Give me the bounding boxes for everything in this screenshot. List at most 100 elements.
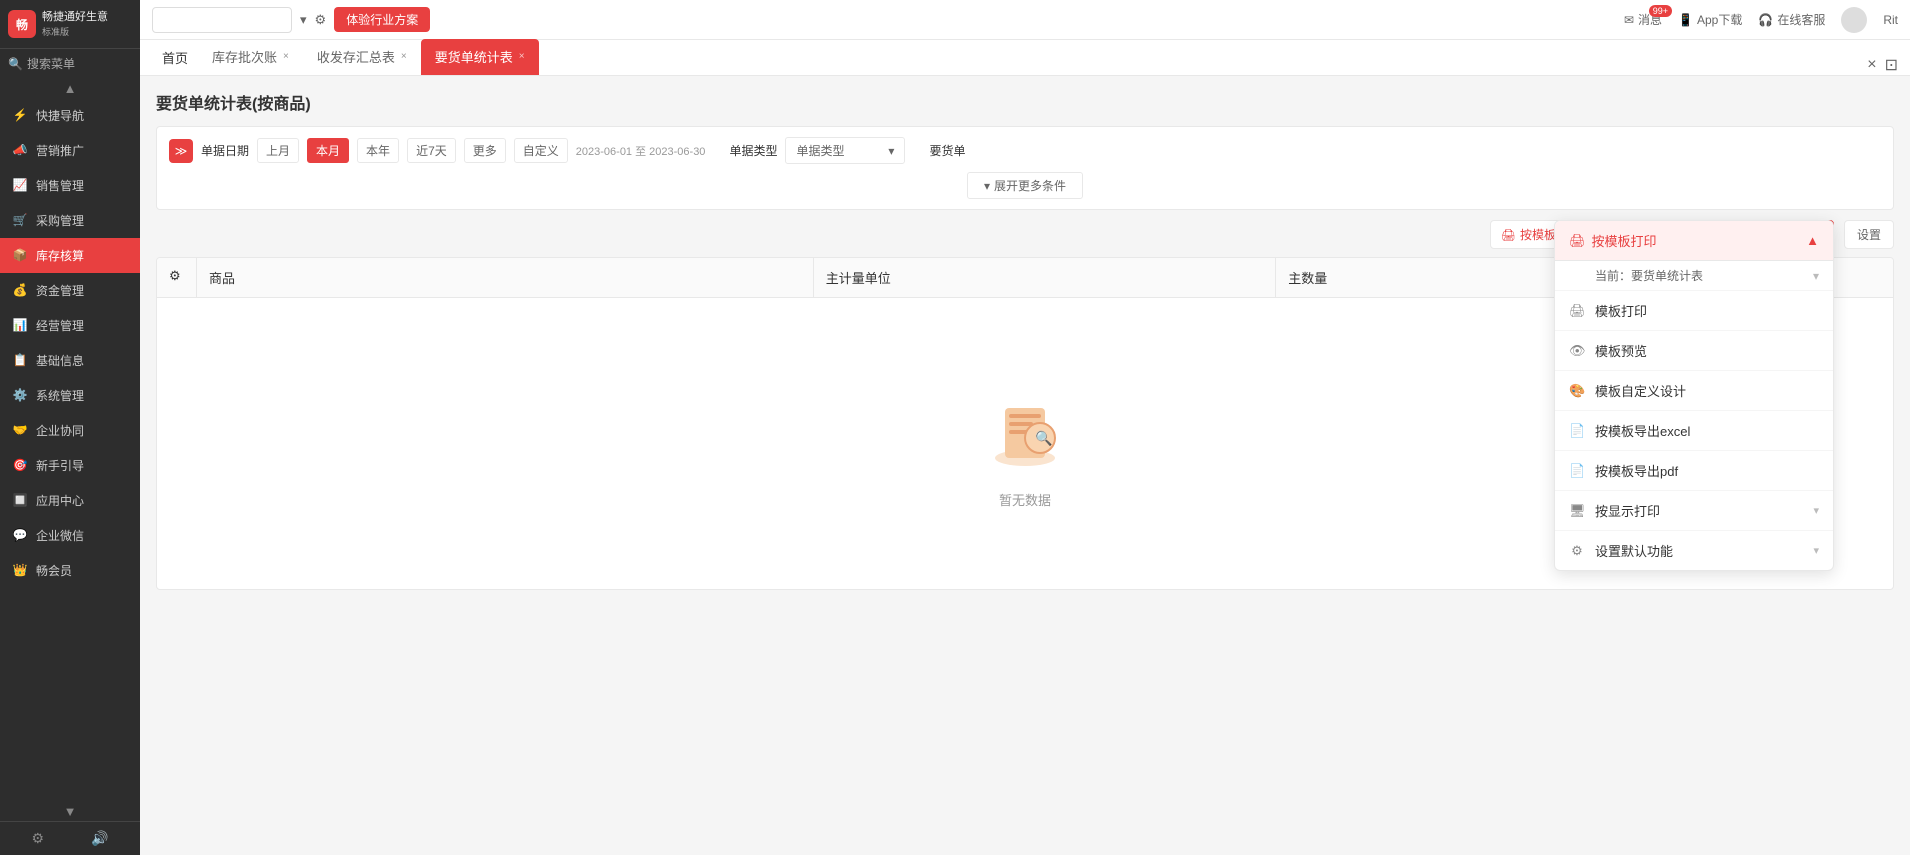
template-preview-item[interactable]: 👁 模板预览: [1555, 331, 1833, 371]
message-button[interactable]: ✉ 消息 99+: [1624, 11, 1662, 28]
filter-row: ≫ 单据日期 上月 本月 本年 近7天 更多 自定义 2023-06-01 至 …: [169, 137, 1881, 164]
sidebar-item-wechat[interactable]: 💬 企业微信: [0, 518, 140, 553]
template-print-item[interactable]: 🖨 模板打印: [1555, 291, 1833, 331]
sidebar-footer: ⚙ 🔊: [0, 821, 140, 855]
topbar-search-input[interactable]: [152, 7, 292, 33]
date-btn-7days[interactable]: 近7天: [407, 138, 456, 163]
topbar-right: ✉ 消息 99+ 📱 App下载 🎧 在线客服 Rit: [1624, 7, 1898, 33]
settings-footer-icon[interactable]: ⚙: [32, 830, 45, 847]
sidebar-item-basic[interactable]: 📋 基础信息: [0, 343, 140, 378]
tabs-bar: 首页 库存批次账 × 收发存汇总表 × 要货单统计表 × × ⊡: [140, 40, 1910, 76]
current-template-row[interactable]: 当前：要货单统计表 ▾: [1555, 261, 1833, 291]
sidebar-item-sales[interactable]: 📈 销售管理: [0, 168, 140, 203]
sidebar-item-guide[interactable]: 🎯 新手引导: [0, 448, 140, 483]
date-filter-label: 单据日期: [201, 142, 249, 159]
tab-collection-close[interactable]: ×: [401, 51, 407, 62]
tab-order-stat-close[interactable]: ×: [519, 51, 525, 62]
default-fn-item[interactable]: ⚙ 设置默认功能 ▾: [1555, 531, 1833, 570]
audio-footer-icon[interactable]: 🔊: [91, 830, 108, 847]
message-badge: 99+: [1649, 5, 1672, 17]
template-custom-label: 模板自定义设计: [1595, 381, 1686, 400]
sidebar-item-enterprise[interactable]: 🤝 企业协同: [0, 413, 140, 448]
sidebar-item-label: 应用中心: [36, 492, 84, 509]
sidebar-item-member[interactable]: 👑 畅会员: [0, 553, 140, 588]
sidebar-item-purchase[interactable]: 🛒 采购管理: [0, 203, 140, 238]
empty-text: 暂无数据: [999, 490, 1051, 509]
date-btn-last-month[interactable]: 上月: [257, 138, 299, 163]
sidebar-item-finance[interactable]: 💰 资金管理: [0, 273, 140, 308]
main-area: ▾ ⚙ 体验行业方案 ✉ 消息 99+ 📱 App下载 🎧 在线客服 Rit 首…: [140, 0, 1910, 855]
default-fn-label: 设置默认功能: [1595, 541, 1673, 560]
sidebar-scroll-up[interactable]: ▲: [0, 78, 140, 98]
topbar: ▾ ⚙ 体验行业方案 ✉ 消息 99+ 📱 App下载 🎧 在线客服 Rit: [140, 0, 1910, 40]
display-print-item[interactable]: 🖥 按显示打印 ▾: [1555, 491, 1833, 531]
template-custom-item[interactable]: 🎨 模板自定义设计: [1555, 371, 1833, 411]
sidebar-item-label: 基础信息: [36, 352, 84, 369]
sidebar-item-label: 采购管理: [36, 212, 84, 229]
trial-button[interactable]: 体验行业方案: [334, 7, 430, 32]
th-settings[interactable]: ⚙: [157, 258, 197, 297]
date-btn-this-month[interactable]: 本月: [307, 138, 349, 163]
app-download-button[interactable]: 📱 App下载: [1678, 11, 1742, 28]
sidebar-item-system[interactable]: ⚙️ 系统管理: [0, 378, 140, 413]
tab-collection[interactable]: 收发存汇总表 ×: [303, 39, 421, 75]
date-btn-this-year[interactable]: 本年: [357, 138, 399, 163]
tab-expand-btn[interactable]: ⊡: [1885, 55, 1898, 75]
template-pdf-icon: 📄: [1569, 463, 1585, 479]
template-custom-icon: 🎨: [1569, 383, 1585, 399]
tab-batch[interactable]: 库存批次账 ×: [198, 39, 303, 75]
tab-batch-close[interactable]: ×: [283, 51, 289, 62]
topbar-gear-icon[interactable]: ⚙: [315, 12, 327, 28]
guide-icon: 🎯: [12, 458, 28, 474]
finance-icon: 💰: [12, 283, 28, 299]
sidebar-item-app-center[interactable]: 🔲 应用中心: [0, 483, 140, 518]
page-title: 要货单统计表(按商品): [156, 90, 1894, 114]
filter-expand-btn[interactable]: ≫: [169, 139, 193, 163]
svg-text:🔍: 🔍: [1035, 429, 1052, 447]
current-template-label: 当前：要货单统计表: [1595, 267, 1703, 284]
sidebar-item-inventory[interactable]: 📦 库存核算: [0, 238, 140, 273]
settings-btn[interactable]: 设置: [1844, 220, 1894, 249]
tab-order-stat[interactable]: 要货单统计表 ×: [421, 39, 539, 75]
sidebar-search-label: 搜索菜单: [27, 55, 75, 72]
quick-nav-icon: ⚡: [12, 108, 28, 124]
sidebar: 畅 畅捷通好生意 标准版 🔍 搜索菜单 ▲ ⚡ 快捷导航 📣 营销推广 📈 销售…: [0, 0, 140, 855]
sidebar-search-item[interactable]: 🔍 搜索菜单: [0, 49, 140, 78]
th-product: 商品: [197, 258, 814, 297]
sidebar-item-quick-nav[interactable]: ⚡ 快捷导航: [0, 98, 140, 133]
user-avatar[interactable]: [1841, 7, 1867, 33]
template-pdf-item[interactable]: 📄 按模板导出pdf: [1555, 451, 1833, 491]
display-print-arrow: ▾: [1813, 504, 1819, 517]
online-service-button[interactable]: 🎧 在线客服: [1758, 11, 1825, 28]
default-fn-arrow: ▾: [1813, 544, 1819, 557]
tab-close-all-btn[interactable]: ×: [1867, 56, 1876, 74]
wechat-icon: 💬: [12, 528, 28, 544]
date-btn-custom[interactable]: 自定义: [514, 138, 568, 163]
type-select[interactable]: 单据类型 ▾: [785, 137, 905, 164]
expand-more-btn[interactable]: ▾ 展开更多条件: [967, 172, 1083, 199]
yh-filter-label: 要货单: [929, 142, 965, 159]
type-select-chevron: ▾: [888, 144, 894, 158]
empty-icon: 🔍: [975, 378, 1075, 478]
app-center-icon: 🔲: [12, 493, 28, 509]
date-btn-more[interactable]: 更多: [464, 138, 506, 163]
logo-icon: 畅: [8, 10, 36, 38]
sidebar-item-marketing[interactable]: 📣 营销推广: [0, 133, 140, 168]
type-filter-label: 单据类型: [729, 142, 777, 159]
sidebar-item-label: 经营管理: [36, 317, 84, 334]
sidebar-scroll-down[interactable]: ▼: [0, 801, 140, 821]
print-dropdown-chevron-up[interactable]: ▲: [1806, 233, 1819, 248]
service-label: 在线客服: [1777, 11, 1825, 28]
sidebar-item-label: 快捷导航: [36, 107, 84, 124]
sidebar-item-operations[interactable]: 📊 经营管理: [0, 308, 140, 343]
tab-home[interactable]: 首页: [152, 39, 198, 75]
topbar-dropdown-icon[interactable]: ▾: [300, 12, 307, 28]
print-dropdown-title: 🖨 按模板打印: [1569, 231, 1657, 250]
purchase-icon: 🛒: [12, 213, 28, 229]
current-template-arrow: ▾: [1813, 269, 1819, 283]
sidebar-item-label: 库存核算: [36, 247, 84, 264]
search-icon: 🔍: [8, 57, 23, 71]
template-excel-item[interactable]: 📄 按模板导出excel: [1555, 411, 1833, 451]
print-dropdown-title-label: 按模板打印: [1592, 231, 1657, 250]
print-dropdown-icon: 🖨: [1569, 233, 1586, 249]
